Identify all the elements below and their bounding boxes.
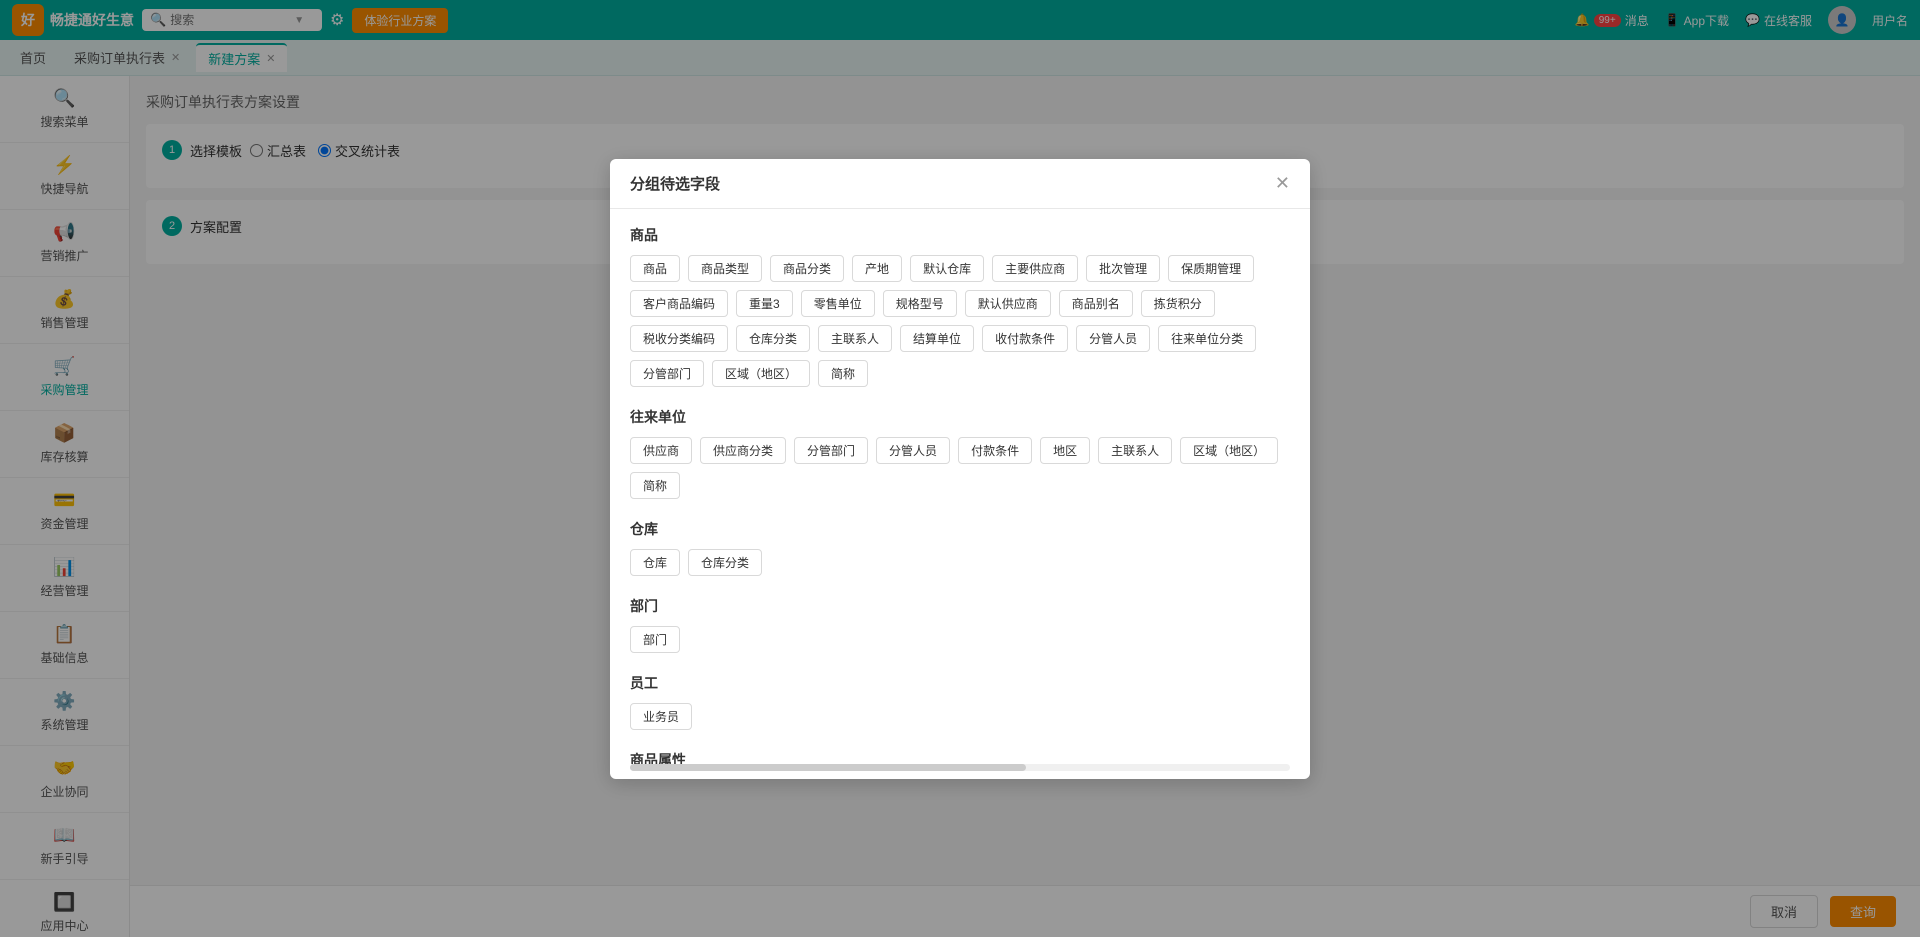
field-tag-weight3[interactable]: 重量3 (736, 290, 793, 317)
section-partner: 往来单位 供应商 供应商分类 分管部门 分管人员 付款条件 地区 主联系人 区域… (630, 407, 1290, 499)
field-tag-main-supplier[interactable]: 主要供应商 (992, 255, 1078, 282)
field-tag-partner-short[interactable]: 简称 (630, 472, 680, 499)
field-tag-payment-terms[interactable]: 收付款条件 (982, 325, 1068, 352)
section-employee: 员工 业务员 (630, 673, 1290, 730)
field-tag-default-warehouse[interactable]: 默认仓库 (910, 255, 984, 282)
field-tag-batch-mgmt[interactable]: 批次管理 (1086, 255, 1160, 282)
field-tag-region[interactable]: 区域（地区） (712, 360, 810, 387)
field-tag-product-category[interactable]: 商品分类 (770, 255, 844, 282)
field-tag-default-supplier[interactable]: 默认供应商 (965, 290, 1051, 317)
field-tag-supplier-category[interactable]: 供应商分类 (700, 437, 786, 464)
field-tag-warehouse-category[interactable]: 仓库分类 (736, 325, 810, 352)
section-product-title: 商品 (630, 225, 1290, 245)
field-tag-partner-supervisor[interactable]: 分管人员 (876, 437, 950, 464)
field-tag-partner-region[interactable]: 区域（地区） (1180, 437, 1278, 464)
section-warehouse-title: 仓库 (630, 519, 1290, 539)
field-tag-pick-score[interactable]: 拣货积分 (1141, 290, 1215, 317)
horizontal-scrollbar[interactable] (630, 764, 1290, 771)
field-tag-dept[interactable]: 分管部门 (630, 360, 704, 387)
field-tag-expiry-mgmt[interactable]: 保质期管理 (1168, 255, 1254, 282)
field-tag-partner-dept[interactable]: 分管部门 (794, 437, 868, 464)
section-product-attr-title: 商品属性 (630, 750, 1290, 764)
field-tag-short-name[interactable]: 简称 (818, 360, 868, 387)
field-tag-product[interactable]: 商品 (630, 255, 680, 282)
field-tag-supplier[interactable]: 供应商 (630, 437, 692, 464)
field-tag-customer-code[interactable]: 客户商品编码 (630, 290, 728, 317)
field-tag-product-type[interactable]: 商品类型 (688, 255, 762, 282)
field-tag-tax-code[interactable]: 税收分类编码 (630, 325, 728, 352)
field-select-modal: 分组待选字段 ✕ 商品 商品 商品类型 商品分类 产地 默认仓库 主要供应商 批… (610, 159, 1310, 779)
section-employee-title: 员工 (630, 673, 1290, 693)
section-department: 部门 部门 (630, 596, 1290, 653)
modal-body: 商品 商品 商品类型 商品分类 产地 默认仓库 主要供应商 批次管理 保质期管理… (610, 209, 1310, 764)
h-scrollbar-thumb (630, 764, 1026, 771)
field-tag-payment-condition[interactable]: 付款条件 (958, 437, 1032, 464)
field-tag-settlement-unit[interactable]: 结算单位 (900, 325, 974, 352)
field-tag-main-contact[interactable]: 主联系人 (818, 325, 892, 352)
field-tag-partner-category[interactable]: 往来单位分类 (1158, 325, 1256, 352)
field-tag-spec-model[interactable]: 规格型号 (883, 290, 957, 317)
field-tag-supervisor[interactable]: 分管人员 (1076, 325, 1150, 352)
field-tag-retail-unit[interactable]: 零售单位 (801, 290, 875, 317)
section-warehouse-fields: 仓库 仓库分类 (630, 549, 1290, 576)
field-tag-district[interactable]: 地区 (1040, 437, 1090, 464)
field-tag-salesperson[interactable]: 业务员 (630, 703, 692, 730)
modal-overlay: 分组待选字段 ✕ 商品 商品 商品类型 商品分类 产地 默认仓库 主要供应商 批… (0, 0, 1920, 937)
field-tag-warehouse-cat[interactable]: 仓库分类 (688, 549, 762, 576)
field-tag-origin[interactable]: 产地 (852, 255, 902, 282)
modal-close-button[interactable]: ✕ (1275, 173, 1290, 194)
field-tag-warehouse[interactable]: 仓库 (630, 549, 680, 576)
section-department-fields: 部门 (630, 626, 1290, 653)
section-warehouse: 仓库 仓库 仓库分类 (630, 519, 1290, 576)
field-tag-department[interactable]: 部门 (630, 626, 680, 653)
section-employee-fields: 业务员 (630, 703, 1290, 730)
section-product-fields: 商品 商品类型 商品分类 产地 默认仓库 主要供应商 批次管理 保质期管理 客户… (630, 255, 1290, 387)
modal-header: 分组待选字段 ✕ (610, 159, 1310, 209)
section-product: 商品 商品 商品类型 商品分类 产地 默认仓库 主要供应商 批次管理 保质期管理… (630, 225, 1290, 387)
section-product-attr: 商品属性 属性 颜色 多规格 尺码 鞋码 1 (630, 750, 1290, 764)
field-tag-partner-contact[interactable]: 主联系人 (1098, 437, 1172, 464)
field-tag-product-alias[interactable]: 商品别名 (1059, 290, 1133, 317)
section-department-title: 部门 (630, 596, 1290, 616)
section-partner-title: 往来单位 (630, 407, 1290, 427)
section-partner-fields: 供应商 供应商分类 分管部门 分管人员 付款条件 地区 主联系人 区域（地区） … (630, 437, 1290, 499)
modal-title: 分组待选字段 (630, 173, 720, 194)
